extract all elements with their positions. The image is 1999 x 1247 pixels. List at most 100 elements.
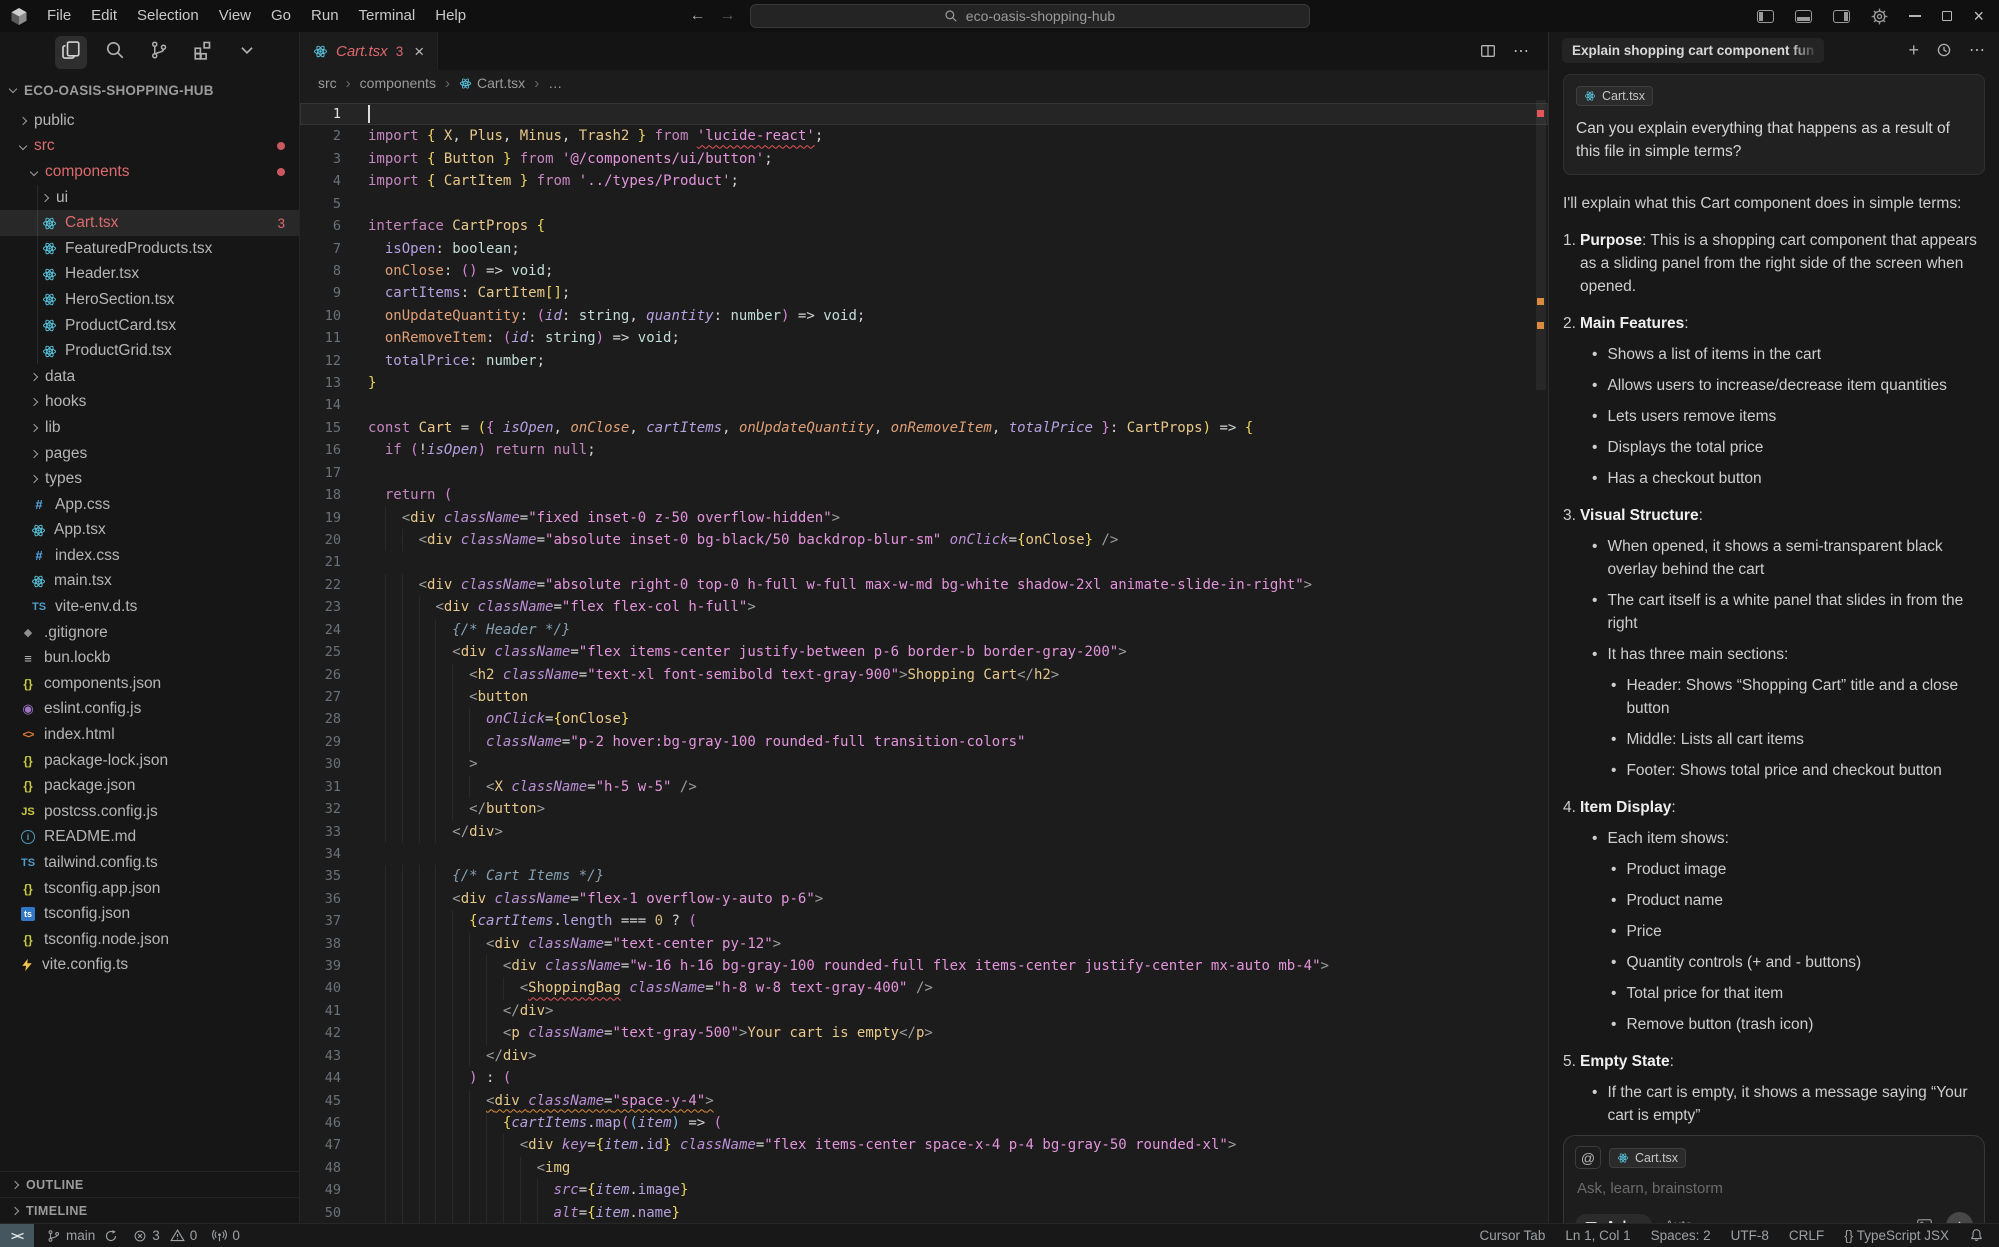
send-button[interactable]: ↑ xyxy=(1946,1212,1973,1223)
breadcrumb-item-more[interactable]: … xyxy=(548,75,562,91)
code-line-33[interactable]: 33</div> xyxy=(300,821,1548,843)
file--gitignore[interactable]: ◆.gitignore xyxy=(0,620,299,646)
file-featuredproducts-tsx[interactable]: FeaturedProducts.tsx xyxy=(0,236,299,262)
file-postcss-config-js[interactable]: JSpostcss.config.js xyxy=(0,799,299,825)
code-line-15[interactable]: 15const Cart = ({ isOpen, onClose, cartI… xyxy=(300,417,1548,439)
code-line-42[interactable]: 42<p className="text-gray-500">Your cart… xyxy=(300,1022,1548,1044)
attach-image-icon[interactable] xyxy=(1916,1217,1933,1223)
code-line-48[interactable]: 48<img xyxy=(300,1157,1548,1179)
code-line-27[interactable]: 27<button xyxy=(300,686,1548,708)
code-line-8[interactable]: 8onClose: () => void; xyxy=(300,260,1548,282)
code-line-18[interactable]: 18return ( xyxy=(300,484,1548,506)
toggle-panel-icon[interactable] xyxy=(1795,10,1812,23)
activity-files[interactable] xyxy=(52,36,90,69)
code-line-26[interactable]: 26<h2 className="text-xl font-semibold t… xyxy=(300,664,1548,686)
scrollbar-thumb[interactable] xyxy=(1536,100,1546,390)
model-selector[interactable]: Auto xyxy=(1665,1218,1704,1223)
folder-public[interactable]: public xyxy=(0,108,299,134)
window-maximize-icon[interactable] xyxy=(1942,11,1952,21)
status--typescript-jsx[interactable]: {} TypeScript JSX xyxy=(1844,1228,1949,1243)
menu-run[interactable]: Run xyxy=(301,0,349,32)
status-crlf[interactable]: CRLF xyxy=(1789,1228,1824,1243)
code-line-32[interactable]: 32</button> xyxy=(300,798,1548,820)
code-line-3[interactable]: 3import { Button } from '@/components/ui… xyxy=(300,148,1548,170)
menu-help[interactable]: Help xyxy=(425,0,476,32)
code-line-28[interactable]: 28onClick={onClose} xyxy=(300,708,1548,730)
code-line-49[interactable]: 49src={item.image} xyxy=(300,1179,1548,1201)
status-utf-8[interactable]: UTF-8 xyxy=(1731,1228,1769,1243)
mention-button[interactable]: @ xyxy=(1575,1146,1601,1169)
toggle-primary-sidebar-icon[interactable] xyxy=(1757,10,1774,23)
code-line-39[interactable]: 39<div className="w-16 h-16 bg-gray-100 … xyxy=(300,955,1548,977)
file-components-json[interactable]: {}components.json xyxy=(0,671,299,697)
code-line-23[interactable]: 23<div className="flex flex-col h-full"> xyxy=(300,596,1548,618)
file-main-tsx[interactable]: main.tsx xyxy=(0,569,299,595)
file-herosection-tsx[interactable]: HeroSection.tsx xyxy=(0,287,299,313)
code-line-2[interactable]: 2import { X, Plus, Minus, Trash2 } from … xyxy=(300,125,1548,147)
file-tsconfig-json[interactable]: tstsconfig.json xyxy=(0,901,299,927)
code-line-21[interactable]: 21 xyxy=(300,551,1548,573)
file-header-tsx[interactable]: Header.tsx xyxy=(0,262,299,288)
status-cursor-tab[interactable]: Cursor Tab xyxy=(1480,1228,1546,1243)
code-line-25[interactable]: 25<div className="flex items-center just… xyxy=(300,641,1548,663)
folder-ui[interactable]: ui xyxy=(0,185,299,211)
context-chip[interactable]: Cart.tsx xyxy=(1576,86,1653,106)
broadcast-status[interactable]: 0 xyxy=(212,1228,240,1243)
toggle-secondary-sidebar-icon[interactable] xyxy=(1833,10,1850,23)
code-line-4[interactable]: 4import { CartItem } from '../types/Prod… xyxy=(300,170,1548,192)
file-readme-md[interactable]: iREADME.md xyxy=(0,825,299,851)
menu-view[interactable]: View xyxy=(209,0,261,32)
settings-gear-icon[interactable] xyxy=(1871,8,1888,25)
folder-hooks[interactable]: hooks xyxy=(0,390,299,416)
code-line-13[interactable]: 13} xyxy=(300,372,1548,394)
status-spaces-2[interactable]: Spaces: 2 xyxy=(1651,1228,1711,1243)
chat-title[interactable]: Explain shopping cart component fun xyxy=(1562,38,1824,63)
code-line-34[interactable]: 34 xyxy=(300,843,1548,865)
file-package-json[interactable]: {}package.json xyxy=(0,773,299,799)
editor-more-actions-icon[interactable]: ⋯ xyxy=(1513,41,1530,61)
code-line-11[interactable]: 11onRemoveItem: (id: string) => void; xyxy=(300,327,1548,349)
menu-go[interactable]: Go xyxy=(261,0,301,32)
menu-edit[interactable]: Edit xyxy=(81,0,127,32)
chat-input-placeholder[interactable]: Ask, learn, brainstorm xyxy=(1575,1169,1973,1212)
tab-cart-tsx[interactable]: Cart.tsx 3 × xyxy=(300,32,438,70)
file-tsconfig-app-json[interactable]: {}tsconfig.app.json xyxy=(0,876,299,902)
overview-ruler[interactable] xyxy=(1533,96,1548,1223)
code-line-35[interactable]: 35{/* Cart Items */} xyxy=(300,865,1548,887)
file-cart-tsx[interactable]: Cart.tsx3 xyxy=(0,210,299,236)
menu-terminal[interactable]: Terminal xyxy=(349,0,426,32)
folder-components[interactable]: components xyxy=(0,159,299,185)
mode-selector[interactable]: Ask xyxy=(1575,1214,1652,1223)
pane-outline[interactable]: OUTLINE xyxy=(0,1171,299,1197)
breadcrumb-item-components[interactable]: components xyxy=(360,75,436,91)
chat-input[interactable]: @ Cart.tsx Ask, learn, brainstorm xyxy=(1563,1135,1985,1223)
remote-indicator[interactable]: >< xyxy=(0,1224,34,1247)
file-bun-lockb[interactable]: ≡bun.lockb xyxy=(0,645,299,671)
code-line-20[interactable]: 20<div className="absolute inset-0 bg-bl… xyxy=(300,529,1548,551)
code-line-17[interactable]: 17 xyxy=(300,462,1548,484)
code-line-46[interactable]: 46{cartItems.map((item) => ( xyxy=(300,1112,1548,1134)
pane-timeline[interactable]: TIMELINE xyxy=(0,1197,299,1223)
code-line-29[interactable]: 29className="p-2 hover:bg-gray-100 round… xyxy=(300,731,1548,753)
code-line-16[interactable]: 16if (!isOpen) return null; xyxy=(300,439,1548,461)
menu-selection[interactable]: Selection xyxy=(127,0,209,32)
code-line-7[interactable]: 7isOpen: boolean; xyxy=(300,238,1548,260)
code-line-43[interactable]: 43</div> xyxy=(300,1045,1548,1067)
breadcrumb-item-src[interactable]: src xyxy=(318,75,337,91)
file-vite-config-ts[interactable]: vite.config.ts xyxy=(0,953,299,979)
folder-pages[interactable]: pages xyxy=(0,441,299,467)
file-tailwind-config-ts[interactable]: TStailwind.config.ts xyxy=(0,850,299,876)
split-editor-icon[interactable] xyxy=(1480,43,1496,59)
code-line-31[interactable]: 31<X className="h-5 w-5" /> xyxy=(300,776,1548,798)
file-eslint-config-js[interactable]: ◉eslint.config.js xyxy=(0,697,299,723)
bell-icon[interactable] xyxy=(1969,1228,1984,1243)
code-line-36[interactable]: 36<div className="flex-1 overflow-y-auto… xyxy=(300,888,1548,910)
nav-forward-icon[interactable]: → xyxy=(720,7,736,25)
code-line-50[interactable]: 50alt={item.name} xyxy=(300,1202,1548,1223)
problems-status[interactable]: 3 0 xyxy=(133,1228,197,1243)
file-productgrid-tsx[interactable]: ProductGrid.tsx xyxy=(0,338,299,364)
folder-lib[interactable]: lib xyxy=(0,415,299,441)
code-line-47[interactable]: 47<div key={item.id} className="flex ite… xyxy=(300,1134,1548,1156)
folder-types[interactable]: types xyxy=(0,466,299,492)
tab-close-icon[interactable]: × xyxy=(414,43,424,60)
